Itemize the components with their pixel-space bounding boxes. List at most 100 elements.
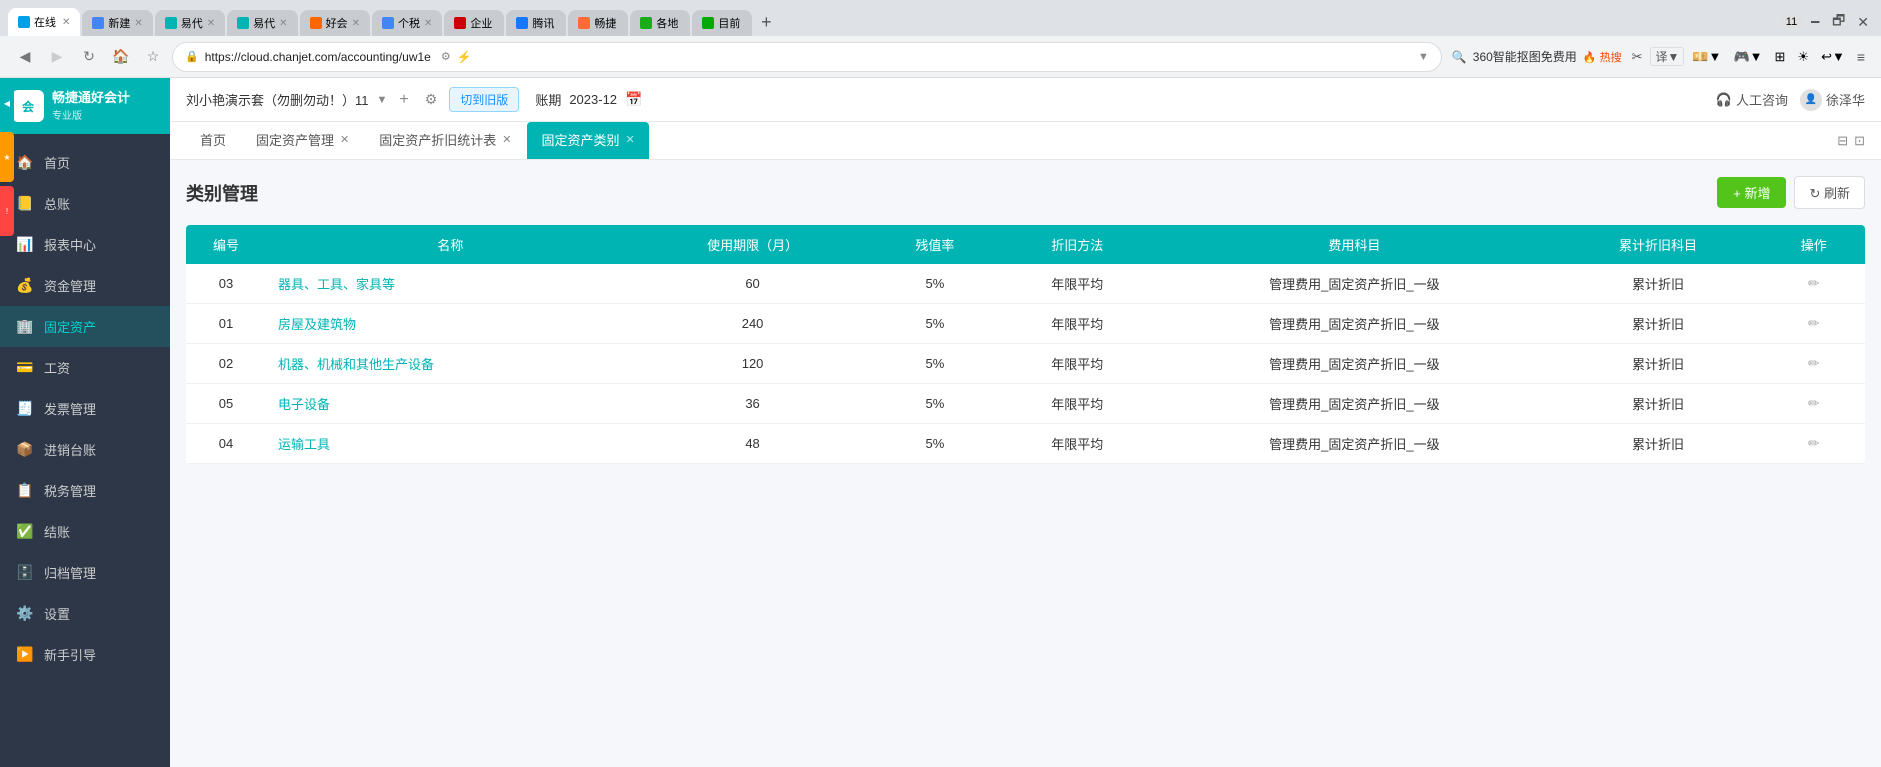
bookmark-button[interactable]: ☆ [140, 44, 166, 70]
sidebar-item-fund[interactable]: 💰 资金管理 [0, 265, 170, 306]
sidebar-item-fixed-asset[interactable]: 🏢 固定资产 [0, 306, 170, 347]
cell-name-2: 机器、机械和其他生产设备 [266, 344, 635, 384]
url-dropdown-icon[interactable]: ▼ [1418, 51, 1429, 63]
cell-method-0: 年限平均 [999, 264, 1155, 304]
cell-code-4: 04 [186, 424, 266, 464]
sidebar-item-home[interactable]: 🏠 首页 [0, 142, 170, 183]
logo-sub: 专业版 [52, 107, 130, 122]
tab-maximize-icon[interactable]: ⊡ [1854, 133, 1865, 149]
user-info[interactable]: 👤 徐泽华 [1800, 89, 1865, 111]
sidebar-item-settlement-label: 结账 [44, 522, 70, 541]
name-link-3[interactable]: 电子设备 [278, 397, 330, 412]
settings-icon: ⚙️ [16, 605, 34, 623]
edit-button-0[interactable]: ✏ [1808, 275, 1820, 291]
tab-close-stats-icon[interactable]: ✕ [502, 133, 511, 146]
sidebar-item-guide-label: 新手引导 [44, 645, 96, 664]
browser-tab-active[interactable]: 在线 ✕ [8, 8, 80, 36]
col-header-expense: 费用科目 [1155, 225, 1553, 264]
sidebar-item-settlement[interactable]: ✅ 结账 [0, 511, 170, 552]
browser-tab-6[interactable]: 个税 ✕ [372, 10, 442, 36]
sidebar-item-archive[interactable]: 🗄️ 归档管理 [0, 552, 170, 593]
reload-button[interactable]: ↻ [76, 44, 102, 70]
content-area: 类别管理 + 新增 ↻ 刷新 编号 名称 使用期限（月） 残值率 折旧方法 费用… [170, 160, 1881, 767]
sidebar-item-tax[interactable]: 📋 税务管理 [0, 470, 170, 511]
left-strip-2[interactable]: ★ [0, 132, 14, 182]
edit-button-1[interactable]: ✏ [1808, 315, 1820, 331]
browser-tab-9[interactable]: 畅捷 [568, 10, 628, 36]
back-button[interactable]: ◀ [12, 44, 38, 70]
more-icon[interactable]: ≡ [1853, 49, 1869, 65]
tab-add-button[interactable]: + [754, 10, 778, 34]
sidebar-item-ledger[interactable]: 📒 总账 [0, 183, 170, 224]
name-link-1[interactable]: 房屋及建筑物 [278, 317, 356, 332]
browser-tab-8[interactable]: 腾讯 [506, 10, 566, 36]
browser-tab-10[interactable]: 各地 [630, 10, 690, 36]
add-button[interactable]: + 新增 [1717, 177, 1786, 208]
site-info-icon[interactable]: ⚙ [441, 50, 451, 63]
col-header-accumulated: 累计折旧科目 [1554, 225, 1763, 264]
edit-button-3[interactable]: ✏ [1808, 395, 1820, 411]
col-header-residual: 残值率 [870, 225, 999, 264]
name-link-2[interactable]: 机器、机械和其他生产设备 [278, 357, 434, 372]
refresh-button[interactable]: ↻ 刷新 [1794, 176, 1865, 209]
browser-tab-4[interactable]: 易代 ✕ [227, 10, 297, 36]
tab-home[interactable]: 首页 [186, 122, 240, 159]
translate-icon[interactable]: 译▼ [1650, 47, 1684, 66]
sidebar-item-tax-label: 税务管理 [44, 481, 96, 500]
tab-close-mgmt-icon[interactable]: ✕ [340, 133, 349, 146]
name-link-4[interactable]: 运输工具 [278, 437, 330, 452]
left-strip-1[interactable]: ◀ [0, 78, 14, 128]
left-strip-3[interactable]: ! [0, 186, 14, 236]
wallet-icon[interactable]: 💴▼ [1688, 49, 1725, 65]
table-row: 05 电子设备 36 5% 年限平均 管理费用_固定资产折旧_一级 累计折旧 ✏ [186, 384, 1865, 424]
tab-close-icon[interactable]: ✕ [352, 18, 360, 29]
tab-close-icon[interactable]: ✕ [279, 18, 287, 29]
name-link-0[interactable]: 器具、工具、家具等 [278, 277, 395, 292]
tab-fixed-asset-category[interactable]: 固定资产类别 ✕ [527, 122, 648, 159]
forward-button[interactable]: ▶ [44, 44, 70, 70]
sidebar-item-guide[interactable]: ▶️ 新手引导 [0, 634, 170, 675]
browser-tab-2[interactable]: 新建 ✕ [82, 10, 152, 36]
edit-button-2[interactable]: ✏ [1808, 355, 1820, 371]
home-button[interactable]: 🏠 [108, 44, 134, 70]
url-bar[interactable]: 🔒 https://cloud.chanjet.com/accounting/u… [172, 42, 1442, 72]
col-header-period: 使用期限（月） [635, 225, 871, 264]
undo-icon[interactable]: ↩▼ [1817, 49, 1849, 65]
tab-close-icon[interactable]: ✕ [62, 17, 70, 28]
scissors-icon[interactable]: ✂ [1628, 49, 1647, 65]
browser-tab-3[interactable]: 易代 ✕ [155, 10, 225, 36]
tab-minimize-icon[interactable]: ⊟ [1837, 133, 1848, 149]
edit-button-4[interactable]: ✏ [1808, 435, 1820, 451]
tab-close-icon[interactable]: ✕ [134, 18, 142, 29]
switch-version-button[interactable]: 切到旧版 [449, 87, 519, 112]
cell-action-0: ✏ [1763, 264, 1866, 304]
browser-tab-5[interactable]: 好会 ✕ [300, 10, 370, 36]
tab-depreciation-stats[interactable]: 固定资产折旧统计表 ✕ [365, 122, 525, 159]
browser-tab-7[interactable]: 企业 [444, 10, 504, 36]
browser-tab-11[interactable]: 目前 [692, 10, 752, 36]
window-controls[interactable]: 🗕 [1806, 10, 1824, 34]
sidebar-item-payroll[interactable]: 💳 工资 [0, 347, 170, 388]
header-left: 刘小艳演示套（勿删勿动！）11 ▼ + ⚙ 切到旧版 账期 2023-12 📅 [186, 87, 642, 112]
calendar-icon[interactable]: 📅 [625, 91, 642, 108]
sidebar-item-payroll-label: 工资 [44, 358, 70, 377]
brightness-icon[interactable]: ☀ [1793, 49, 1813, 65]
sidebar-menu: 🏠 首页 📒 总账 📊 报表中心 💰 资金管理 🏢 固定资产 💳 工资 [0, 134, 170, 767]
cell-action-3: ✏ [1763, 384, 1866, 424]
close-window-icon[interactable]: ✕ [1853, 14, 1873, 31]
settings-header-icon[interactable]: ⚙ [421, 91, 442, 108]
game-icon[interactable]: 🎮▼ [1729, 49, 1766, 65]
add-period-icon[interactable]: + [395, 91, 412, 109]
restore-window-icon[interactable]: 🗗 [1828, 10, 1849, 34]
service-button[interactable]: 🎧 人工咨询 [1716, 90, 1788, 109]
sidebar-item-invoice[interactable]: 🧾 发票管理 [0, 388, 170, 429]
dropdown-icon[interactable]: ▼ [377, 94, 388, 106]
tab-fixed-asset-mgmt[interactable]: 固定资产管理 ✕ [242, 122, 363, 159]
sidebar-item-report[interactable]: 📊 报表中心 [0, 224, 170, 265]
tab-close-category-icon[interactable]: ✕ [626, 133, 635, 146]
grid-icon[interactable]: ⊞ [1771, 49, 1790, 65]
sidebar-item-stock[interactable]: 📦 进销台账 [0, 429, 170, 470]
tab-close-icon[interactable]: ✕ [424, 18, 432, 29]
sidebar-item-settings[interactable]: ⚙️ 设置 [0, 593, 170, 634]
tab-close-icon[interactable]: ✕ [207, 18, 215, 29]
